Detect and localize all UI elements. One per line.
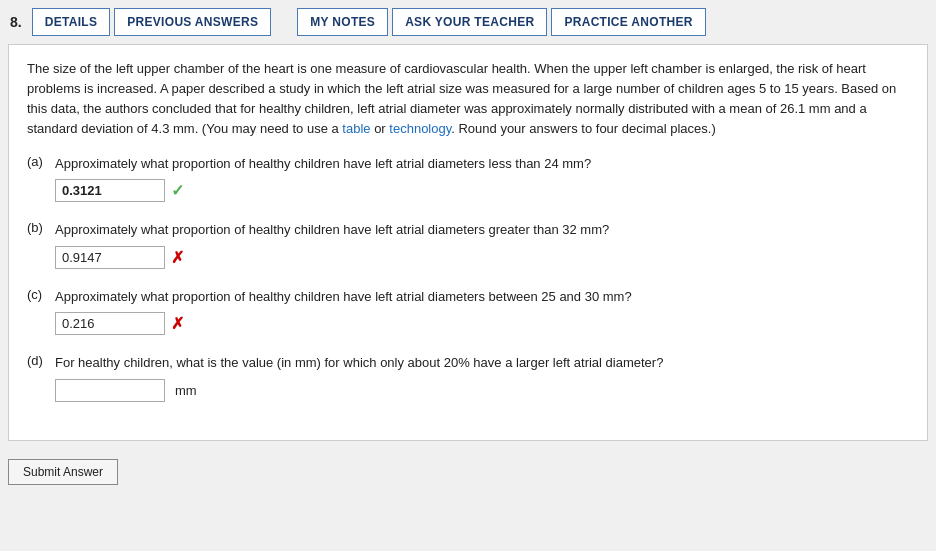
incorrect-icon-b: ✗ [171,248,184,267]
question-block-d: (d) For healthy children, what is the va… [27,353,909,402]
toolbar: 8. DETAILS PREVIOUS ANSWERS MY NOTES ASK… [0,0,936,44]
question-block-c: (c) Approximately what proportion of hea… [27,287,909,336]
q-text-d: For healthy children, what is the value … [55,353,663,373]
technology-link[interactable]: technology [389,121,451,136]
q-letter-d: (d) [27,353,55,368]
answer-row-b: ✗ [55,246,909,269]
submit-bar: Submit Answer [8,451,928,493]
answer-input-d[interactable] [55,379,165,402]
my-notes-button[interactable]: MY NOTES [297,8,388,36]
q-text-b: Approximately what proportion of healthy… [55,220,609,240]
correct-icon-a: ✓ [171,181,184,200]
details-button[interactable]: DETAILS [32,8,111,36]
answer-input-a[interactable] [55,179,165,202]
answer-row-a: ✓ [55,179,909,202]
question-label-b: (b) Approximately what proportion of hea… [27,220,909,240]
question-label-a: (a) Approximately what proportion of hea… [27,154,909,174]
q-letter-c: (c) [27,287,55,302]
practice-another-button[interactable]: PRACTICE ANOTHER [551,8,705,36]
previous-answers-button[interactable]: PREVIOUS ANSWERS [114,8,271,36]
answer-row-c: ✗ [55,312,909,335]
answer-input-c[interactable] [55,312,165,335]
ask-teacher-button[interactable]: ASK YOUR TEACHER [392,8,547,36]
q-text-c: Approximately what proportion of healthy… [55,287,632,307]
table-link[interactable]: table [342,121,370,136]
submit-button[interactable]: Submit Answer [8,459,118,485]
q-text-a: Approximately what proportion of healthy… [55,154,591,174]
q-letter-b: (b) [27,220,55,235]
answer-input-b[interactable] [55,246,165,269]
content-area: The size of the left upper chamber of th… [8,44,928,441]
unit-label-d: mm [175,383,197,398]
question-block-a: (a) Approximately what proportion of hea… [27,154,909,203]
question-block-b: (b) Approximately what proportion of hea… [27,220,909,269]
question-label-d: (d) For healthy children, what is the va… [27,353,909,373]
page-wrapper: 8. DETAILS PREVIOUS ANSWERS MY NOTES ASK… [0,0,936,493]
incorrect-icon-c: ✗ [171,314,184,333]
problem-text: The size of the left upper chamber of th… [27,59,909,140]
q-letter-a: (a) [27,154,55,169]
answer-row-d: mm [55,379,909,402]
question-number: 8. [10,14,22,30]
question-label-c: (c) Approximately what proportion of hea… [27,287,909,307]
